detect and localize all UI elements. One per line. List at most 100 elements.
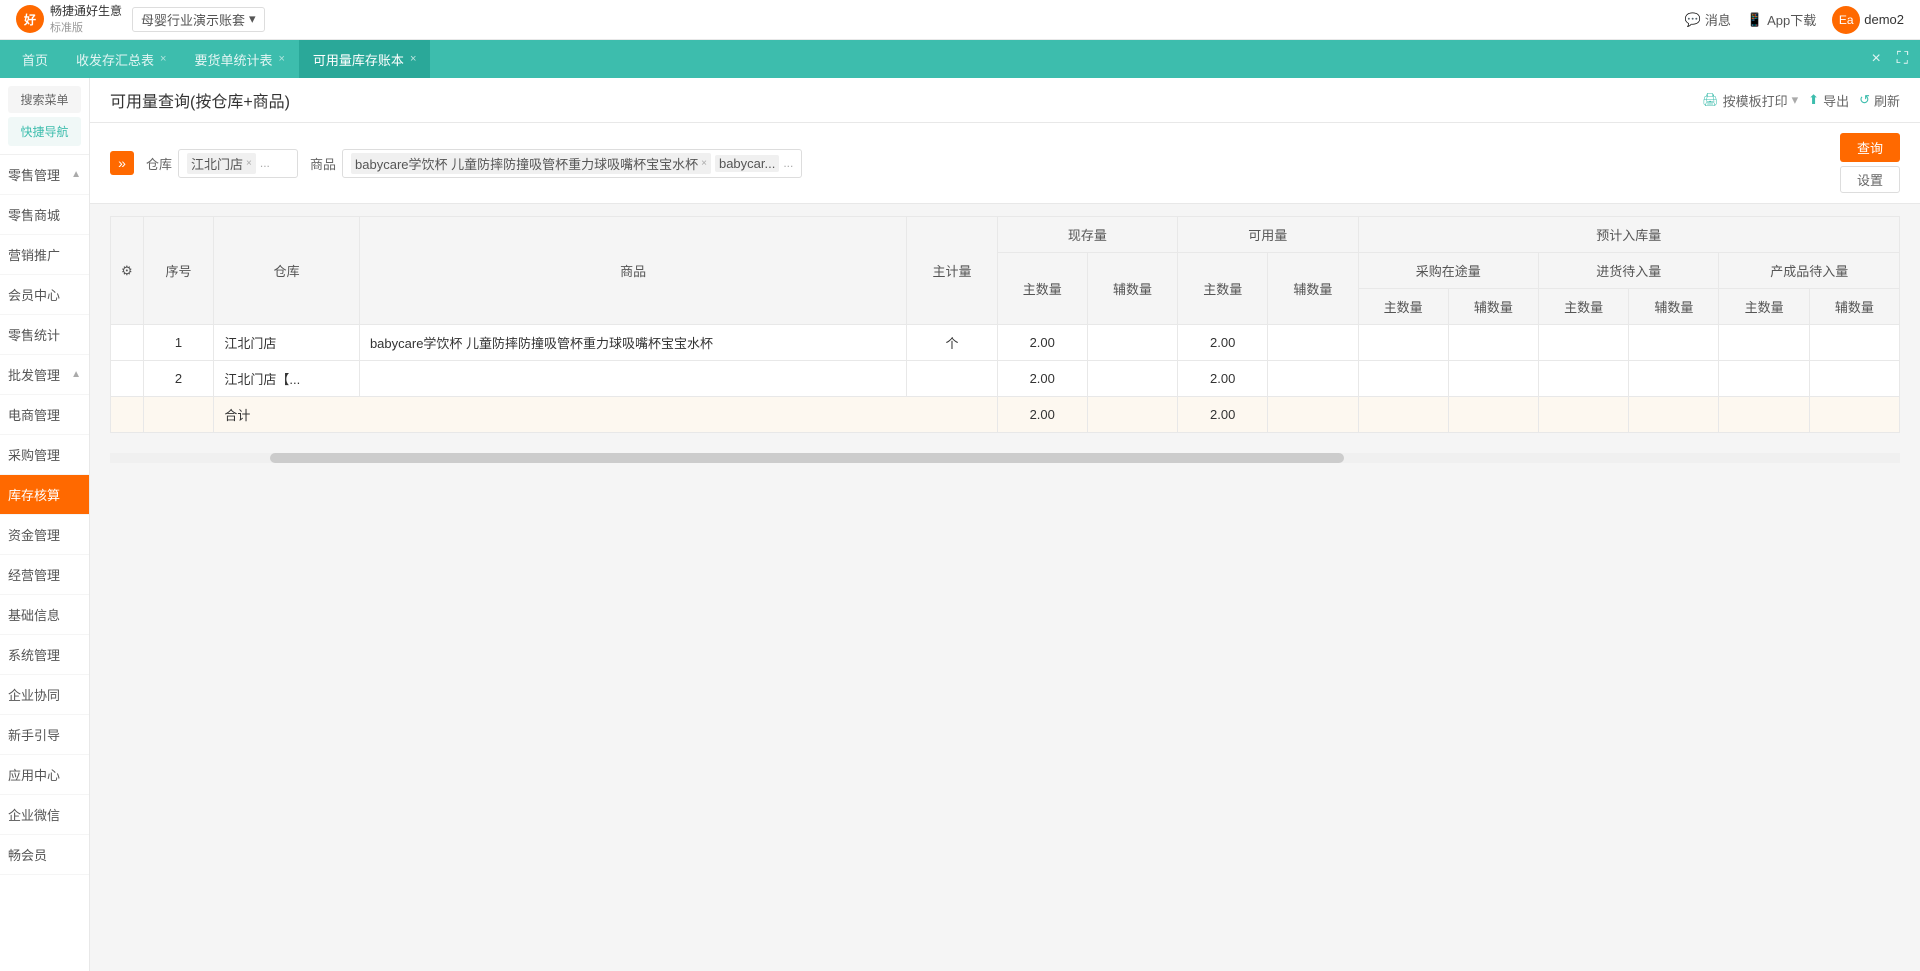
data-table: ⚙ 序号 仓库 商品 主计量 现存量 可用量 预计入库量 主数量 辅数量 主数量… xyxy=(110,216,1900,433)
cell-available-main: 2.00 xyxy=(1178,361,1268,397)
cell-unit xyxy=(907,361,997,397)
tab-home[interactable]: 首页 xyxy=(8,40,62,78)
print-icon: 🖨 xyxy=(1702,92,1719,108)
sidebar-item-retail-stats[interactable]: 零售统计 xyxy=(0,315,89,355)
app-label: App下载 xyxy=(1767,10,1816,29)
settings-button[interactable]: 设置 xyxy=(1840,166,1900,193)
filter-actions: 查询 设置 xyxy=(1840,133,1900,193)
message-label: 消息 xyxy=(1705,10,1731,29)
cell-settings xyxy=(111,325,144,361)
cell-settings xyxy=(111,361,144,397)
product-input[interactable]: babycare学饮杯 儿童防摔防撞吸管杯重力球吸嘴杯宝宝水杯 × babyca… xyxy=(342,149,802,178)
nav-tabs-right: × ⛶ xyxy=(1867,46,1912,72)
warehouse-input[interactable]: 江北门店 × ... xyxy=(178,149,298,178)
cell-pur-transit-aux xyxy=(1448,325,1538,361)
refresh-label: 刷新 xyxy=(1874,91,1900,110)
sidebar-item-finance[interactable]: 资金管理 xyxy=(0,515,89,555)
close-all-tabs-button[interactable]: × xyxy=(1867,46,1884,72)
tab-available-inventory[interactable]: 可用量库存账本 × xyxy=(299,40,430,78)
sidebar-item-ecommerce[interactable]: 电商管理 xyxy=(0,395,89,435)
cell-product: babycare学饮杯 儿童防摔防撞吸管杯重力球吸嘴杯宝宝水杯 xyxy=(359,325,906,361)
scrollbar-thumb[interactable] xyxy=(270,453,1344,463)
cell-product xyxy=(359,361,906,397)
tab-close-icon[interactable]: × xyxy=(160,53,166,65)
sidebar-item-enterprise[interactable]: 企业协同 xyxy=(0,675,89,715)
query-button[interactable]: 查询 xyxy=(1840,133,1900,162)
sidebar-item-purchase[interactable]: 采购管理 xyxy=(0,435,89,475)
sidebar-item-app-center[interactable]: 应用中心 xyxy=(0,755,89,795)
industry-selector[interactable]: 母婴行业演示账套 ▾ xyxy=(132,7,265,32)
product-tag2: babycar... xyxy=(715,155,779,172)
filter-bar: » 仓库 江北门店 × ... 商品 babycare学饮杯 儿童防摔防撞吸管杯… xyxy=(90,123,1920,204)
logo-area: 好 畅捷通好生意 标准版 xyxy=(16,4,122,34)
col-unit: 主计量 xyxy=(907,217,997,325)
refresh-button[interactable]: ↺ 刷新 xyxy=(1859,91,1900,110)
cell-inc-pending-aux xyxy=(1629,361,1719,397)
cell-num xyxy=(143,397,214,433)
cell-total-available-main: 2.00 xyxy=(1178,397,1268,433)
message-button[interactable]: 💬 消息 xyxy=(1685,10,1731,29)
tab-close-icon[interactable]: × xyxy=(410,53,416,65)
sidebar-item-operations[interactable]: 经营管理 xyxy=(0,555,89,595)
sidebar-item-newbie[interactable]: 新手引导 xyxy=(0,715,89,755)
tab-label: 可用量库存账本 xyxy=(313,50,404,69)
sidebar-item-system[interactable]: 系统管理 xyxy=(0,635,89,675)
table-area: ⚙ 序号 仓库 商品 主计量 现存量 可用量 预计入库量 主数量 辅数量 主数量… xyxy=(90,204,1920,971)
top-bar-left: 好 畅捷通好生意 标准版 母婴行业演示账套 ▾ xyxy=(16,4,265,34)
chevron-down-icon: ▾ xyxy=(1792,92,1799,108)
sidebar: 搜索菜单 快捷导航 零售管理 ▲ 零售商城 营销推广 会员中心 零售统计 批发管… xyxy=(0,78,90,971)
remove-warehouse-icon[interactable]: × xyxy=(246,158,252,169)
warehouse-more-icon[interactable]: ... xyxy=(260,156,270,170)
sidebar-item-inventory[interactable]: 库存核算 xyxy=(0,475,89,515)
sidebar-item-member2[interactable]: 畅会员 xyxy=(0,835,89,875)
sidebar-item-marketing[interactable]: 营销推广 xyxy=(0,235,89,275)
col-prod-pending-aux: 辅数量 xyxy=(1809,289,1899,325)
search-menu-button[interactable]: 搜索菜单 xyxy=(8,86,81,113)
refresh-icon: ↺ xyxy=(1859,92,1870,108)
quick-nav-button[interactable]: 快捷导航 xyxy=(8,117,81,146)
tab-close-icon[interactable]: × xyxy=(278,53,284,65)
print-button[interactable]: 🖨 按模板打印 ▾ xyxy=(1702,91,1798,110)
sidebar-item-wechat[interactable]: 企业微信 xyxy=(0,795,89,835)
app-download-button[interactable]: 📱 App下载 xyxy=(1747,10,1816,29)
cell-total-label: 合计 xyxy=(214,397,997,433)
col-product-pending: 产成品待入量 xyxy=(1719,253,1900,289)
col-incoming-pending: 进货待入量 xyxy=(1539,253,1719,289)
username-label: demo2 xyxy=(1864,12,1904,27)
col-pur-transit-main: 主数量 xyxy=(1358,289,1448,325)
user-area[interactable]: Ea demo2 xyxy=(1832,6,1904,34)
filter-expand-button[interactable]: » xyxy=(110,151,134,175)
sidebar-search-area: 搜索菜单 快捷导航 xyxy=(0,78,89,155)
col-inc-pending-aux: 辅数量 xyxy=(1629,289,1719,325)
cell-available-aux xyxy=(1268,325,1358,361)
tab-order-stats[interactable]: 要货单统计表 × xyxy=(180,40,298,78)
col-current-aux: 辅数量 xyxy=(1087,253,1177,325)
table-row: 1 江北门店 babycare学饮杯 儿童防摔防撞吸管杯重力球吸嘴杯宝宝水杯 个… xyxy=(111,325,1900,361)
product-more-icon[interactable]: ... xyxy=(783,156,793,170)
cell-current-main: 2.00 xyxy=(997,361,1087,397)
cell-inc-pending-aux xyxy=(1629,325,1719,361)
fullscreen-button[interactable]: ⛶ xyxy=(1893,46,1912,72)
tab-label: 收发存汇总表 xyxy=(76,50,154,69)
page-title: 可用量查询(按仓库+商品) xyxy=(110,88,290,112)
sidebar-item-wholesale-mgmt[interactable]: 批发管理 ▲ xyxy=(0,355,89,395)
avatar: Ea xyxy=(1832,6,1860,34)
nav-tabs: 首页 收发存汇总表 × 要货单统计表 × 可用量库存账本 × × ⛶ xyxy=(0,40,1920,78)
warehouse-label: 仓库 xyxy=(146,154,172,173)
remove-product-icon[interactable]: × xyxy=(701,158,707,169)
phone-icon: 📱 xyxy=(1747,12,1763,28)
cell-num: 2 xyxy=(143,361,214,397)
sidebar-item-member[interactable]: 会员中心 xyxy=(0,275,89,315)
cell-current-aux xyxy=(1087,361,1177,397)
sidebar-item-retail-mall[interactable]: 零售商城 xyxy=(0,195,89,235)
sidebar-item-retail-mgmt[interactable]: 零售管理 ▲ xyxy=(0,155,89,195)
sidebar-item-basics[interactable]: 基础信息 xyxy=(0,595,89,635)
tab-receivable-summary[interactable]: 收发存汇总表 × xyxy=(62,40,180,78)
export-button[interactable]: ⬆ 导出 xyxy=(1808,91,1849,110)
chevron-down-icon: ▾ xyxy=(249,11,256,27)
cell-available-aux xyxy=(1268,361,1358,397)
cell-current-main: 2.00 xyxy=(997,325,1087,361)
horizontal-scrollbar[interactable] xyxy=(110,453,1900,463)
cell-warehouse: 江北门店【... xyxy=(214,361,360,397)
page-header-actions: 🖨 按模板打印 ▾ ⬆ 导出 ↺ 刷新 xyxy=(1702,91,1900,110)
